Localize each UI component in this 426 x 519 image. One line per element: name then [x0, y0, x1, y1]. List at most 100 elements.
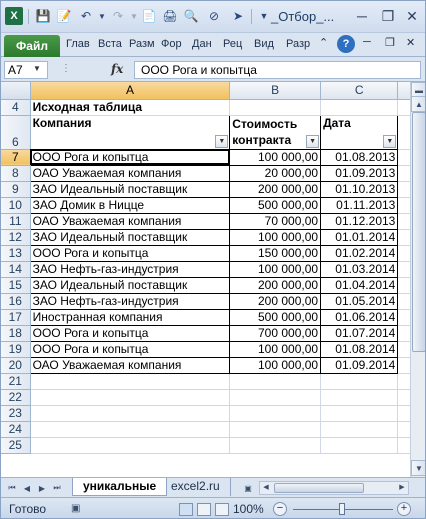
horizontal-scrollbar[interactable]: ◀ ▶	[259, 481, 409, 495]
last-sheet-icon[interactable]: ⏭	[50, 481, 64, 495]
date-cell[interactable]: 01.05.2014	[320, 292, 399, 310]
zoom-slider-thumb[interactable]	[339, 503, 345, 515]
row-header[interactable]: 19	[1, 341, 31, 358]
normal-view-icon[interactable]	[179, 503, 193, 516]
row-header[interactable]: 4	[1, 99, 31, 116]
tab-page-layout[interactable]: Разм	[129, 38, 156, 54]
date-cell[interactable]: 01.06.2014	[320, 308, 399, 326]
next-sheet-icon[interactable]: ▶	[35, 481, 49, 495]
cell[interactable]	[229, 437, 322, 454]
date-cell[interactable]: 01.09.2013	[320, 164, 399, 182]
company-cell[interactable]: ОАО Уважаемая компания	[29, 164, 231, 182]
column-header-a[interactable]: A	[30, 82, 231, 100]
scroll-up-icon[interactable]: ▲	[411, 96, 425, 112]
company-cell[interactable]: ООО Рога и копытца	[29, 148, 231, 166]
cell[interactable]	[320, 389, 399, 406]
cell[interactable]	[320, 421, 399, 438]
name-box-dropdown-icon[interactable]: ▼	[33, 64, 41, 73]
date-cell[interactable]: 01.09.2014	[320, 356, 399, 374]
cell[interactable]	[229, 405, 322, 422]
zoom-in-icon[interactable]: +	[397, 502, 411, 516]
prev-sheet-icon[interactable]: ◀	[20, 481, 34, 495]
sheet-tab-excel2[interactable]: excel2.ru	[161, 478, 231, 496]
minimize-workbook-icon[interactable]: ─	[363, 36, 371, 52]
row-header[interactable]: 25	[1, 437, 31, 454]
vertical-scroll-thumb[interactable]	[412, 112, 425, 352]
close-icon[interactable]: ✕	[401, 5, 423, 27]
cost-cell[interactable]: 100 000,00	[229, 356, 322, 374]
company-cell[interactable]: ОАО Уважаемая компания	[29, 356, 231, 374]
excel-logo-icon[interactable]: X	[5, 7, 23, 25]
company-cell[interactable]: ЗАО Идеальный поставщик	[29, 276, 231, 294]
date-cell[interactable]: 01.12.2013	[320, 212, 399, 230]
company-cell[interactable]: ЗАО Домик в Ницце	[29, 196, 231, 214]
row-header[interactable]: 8	[1, 165, 31, 182]
company-cell[interactable]: ЗАО Идеальный поставщик	[29, 228, 231, 246]
company-cell[interactable]: ООО Рога и копытца	[29, 324, 231, 342]
row-header[interactable]: 20	[1, 357, 31, 374]
cost-cell[interactable]: 70 000,00	[229, 212, 322, 230]
help-icon[interactable]: ?	[337, 35, 355, 53]
date-cell[interactable]: 01.04.2014	[320, 276, 399, 294]
close-workbook-icon[interactable]: ✕	[406, 36, 415, 52]
cost-cell[interactable]: 500 000,00	[229, 308, 322, 326]
cell[interactable]	[320, 437, 399, 454]
date-cell[interactable]: 01.01.2014	[320, 228, 399, 246]
company-cell[interactable]: ЗАО Нефть-газ-индустрия	[29, 260, 231, 278]
first-sheet-icon[interactable]: ⏮	[5, 481, 19, 495]
cell[interactable]	[320, 99, 399, 116]
row-header[interactable]: 14	[1, 261, 31, 278]
date-cell[interactable]: 01.07.2014	[320, 324, 399, 342]
cell[interactable]	[30, 437, 231, 454]
formula-input[interactable]: ООО Рога и копытца	[134, 61, 421, 79]
date-cell[interactable]: 01.03.2014	[320, 260, 399, 278]
row-header[interactable]: 10	[1, 197, 31, 214]
cost-cell[interactable]: 200 000,00	[229, 276, 322, 294]
cell[interactable]	[30, 405, 231, 422]
cost-cell[interactable]: 200 000,00	[229, 180, 322, 198]
cell[interactable]	[229, 373, 322, 390]
row-header[interactable]: 9	[1, 181, 31, 198]
company-cell[interactable]: ЗАО Нефть-газ-индустрия	[29, 292, 231, 310]
column-header-c[interactable]: C	[320, 82, 399, 100]
select-all-corner[interactable]	[1, 82, 31, 100]
print-preview-icon[interactable]: 🔍	[182, 7, 200, 25]
cell[interactable]	[229, 389, 322, 406]
cost-cell[interactable]: 500 000,00	[229, 196, 322, 214]
minimize-icon[interactable]: ─	[351, 5, 373, 27]
forward-circle-icon[interactable]: ➤	[229, 7, 247, 25]
cost-cell[interactable]: 150 000,00	[229, 244, 322, 262]
macro-record-icon[interactable]: ▣	[71, 503, 83, 515]
tab-data[interactable]: Дан	[192, 38, 218, 54]
row-header[interactable]: 11	[1, 213, 31, 230]
tab-review[interactable]: Рец	[223, 38, 247, 54]
sheet-tab-unique[interactable]: уникальные	[72, 478, 168, 496]
filter-dropdown-icon[interactable]: ▼	[383, 134, 397, 148]
row-header[interactable]: 15	[1, 277, 31, 294]
cell[interactable]	[30, 389, 231, 406]
zoom-level[interactable]: 100%	[233, 502, 264, 516]
print-icon[interactable]: 🖨	[161, 7, 179, 25]
date-cell[interactable]: 01.08.2014	[320, 340, 399, 358]
new-document-icon[interactable]: 📄	[140, 7, 158, 25]
file-tab[interactable]: Файл	[4, 35, 60, 57]
page-layout-view-icon[interactable]	[197, 503, 211, 516]
row-header[interactable]: 6	[1, 115, 31, 150]
minimize-ribbon-icon[interactable]: ⌃	[319, 36, 328, 52]
insert-sheet-icon[interactable]: ▣	[241, 481, 255, 495]
cost-cell[interactable]: 100 000,00	[229, 228, 322, 246]
cell[interactable]	[229, 99, 322, 116]
cost-cell[interactable]: 700 000,00	[229, 324, 322, 342]
cost-cell[interactable]: 100 000,00	[229, 260, 322, 278]
row-header[interactable]: 23	[1, 405, 31, 422]
tab-insert[interactable]: Вста	[98, 38, 124, 54]
restore-workbook-icon[interactable]: ❐	[385, 36, 395, 52]
tab-home[interactable]: Глав	[66, 38, 93, 54]
scroll-left-icon[interactable]: ◀	[260, 482, 272, 494]
formula-bar-grip-icon[interactable]: ⋮	[61, 63, 71, 74]
cost-cell[interactable]: 20 000,00	[229, 164, 322, 182]
save-as-icon[interactable]: 📝	[55, 7, 73, 25]
tab-formulas[interactable]: Фор	[161, 38, 187, 54]
horizontal-scroll-thumb[interactable]	[274, 483, 364, 493]
header-company-cell[interactable]: Компания ▼	[29, 114, 231, 150]
